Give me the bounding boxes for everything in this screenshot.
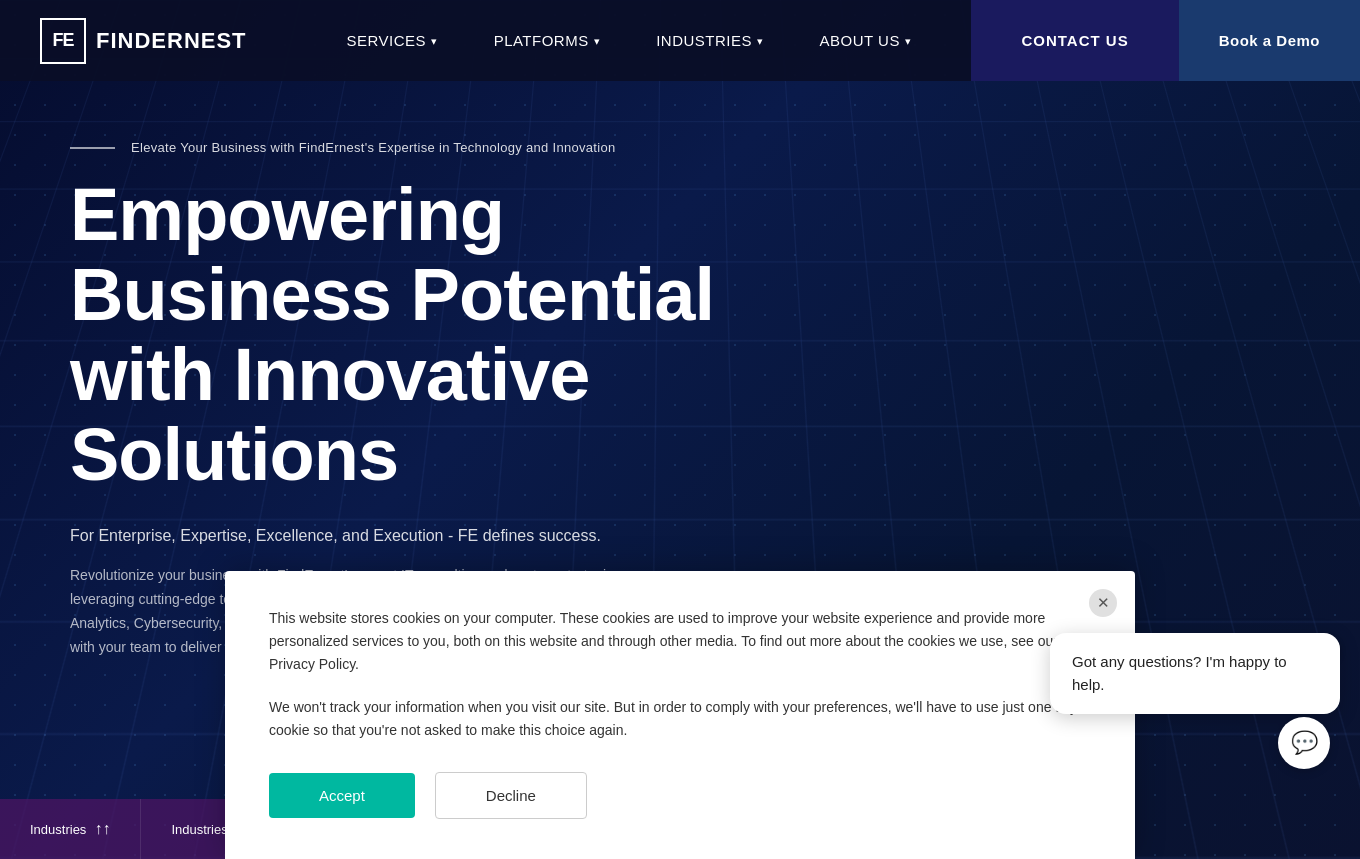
bottom-card-1[interactable]: Industries ↑↑	[0, 799, 141, 859]
services-chevron-icon: ▾	[431, 35, 438, 48]
about-chevron-icon: ▾	[905, 35, 912, 48]
cookie-popup: ✕ This website stores cookies on your co…	[225, 571, 1135, 859]
industries-chevron-icon: ▾	[757, 35, 764, 48]
nav-industries[interactable]: INDUSTRIES ▾	[628, 0, 791, 81]
nav-platforms[interactable]: PLATFORMS ▾	[466, 0, 629, 81]
nav-logo[interactable]: FE FINDERNEST	[0, 18, 287, 64]
nav-services[interactable]: SERVICES ▾	[319, 0, 466, 81]
logo-icon: FE	[40, 18, 86, 64]
hero-title: Empowering Business Potential with Innov…	[70, 175, 720, 495]
contact-us-button[interactable]: CONTACT US	[971, 0, 1178, 81]
cookie-decline-button[interactable]: Decline	[435, 772, 587, 819]
platforms-chevron-icon: ▾	[594, 35, 601, 48]
cookie-text-2: We won't track your information when you…	[269, 696, 1091, 742]
nav-about[interactable]: ABOUT US ▾	[792, 0, 940, 81]
hero-subtitle: For Enterprise, Expertise, Excellence, a…	[70, 523, 720, 549]
chat-open-button[interactable]: 💬	[1278, 717, 1330, 769]
navbar: FE FINDERNEST SERVICES ▾ PLATFORMS ▾ IND…	[0, 0, 1360, 81]
privacy-policy-link[interactable]: Privacy Policy	[269, 656, 355, 672]
arrow-up-icon: ↑↑	[94, 820, 110, 838]
cookie-buttons: Accept Decline	[269, 772, 1091, 819]
cookie-text-1: This website stores cookies on your comp…	[269, 607, 1091, 676]
book-demo-button[interactable]: Book a Demo	[1179, 0, 1360, 81]
cookie-close-button[interactable]: ✕	[1089, 589, 1117, 617]
logo-text: FINDERNEST	[96, 28, 247, 54]
nav-links: SERVICES ▾ PLATFORMS ▾ INDUSTRIES ▾ ABOU…	[287, 0, 972, 81]
cookie-accept-button[interactable]: Accept	[269, 773, 415, 818]
hero-tagline: Elevate Your Business with FindErnest's …	[70, 140, 720, 155]
chat-icon: 💬	[1291, 730, 1318, 756]
tagline-line	[70, 147, 115, 149]
chat-bubble: Got any questions? I'm happy to help.	[1050, 633, 1340, 714]
